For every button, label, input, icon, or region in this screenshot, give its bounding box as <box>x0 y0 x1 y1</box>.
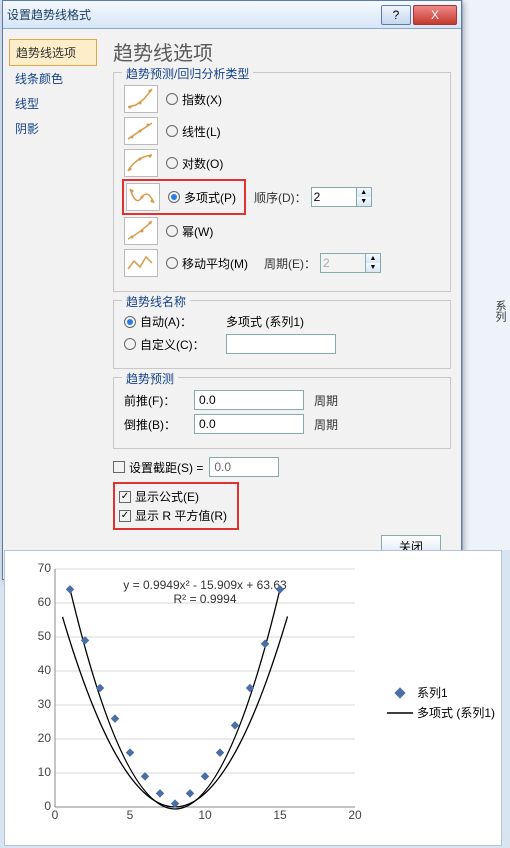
radio-ma[interactable] <box>166 257 178 269</box>
exp-icon <box>124 85 158 113</box>
radio-exp[interactable] <box>166 93 178 105</box>
svg-text:20: 20 <box>38 731 52 745</box>
svg-text:10: 10 <box>198 808 212 822</box>
cb-show-r2[interactable] <box>119 510 131 522</box>
backward-input[interactable]: 0.0 <box>194 414 304 434</box>
svg-text:0: 0 <box>44 799 51 813</box>
radio-power[interactable] <box>166 225 178 237</box>
forecast-title: 趋势预测 <box>122 370 178 387</box>
sidebar-item-trendline-options[interactable]: 趋势线选项 <box>9 39 97 66</box>
svg-text:40: 40 <box>38 663 52 677</box>
svg-text:0: 0 <box>52 808 59 822</box>
radio-log[interactable] <box>166 157 178 169</box>
trend-type-group: 趋势预测/回归分析类型 指数(X) 线性(L) 对数(O) <box>113 72 451 292</box>
cb-show-equation[interactable] <box>119 491 131 503</box>
name-group: 趋势线名称 自动(A)： 多项式 (系列1) 自定义(C)： <box>113 300 451 369</box>
equation-text: y = 0.9949x² - 15.909x + 63.63 <box>123 578 287 592</box>
page-title: 趋势线选项 <box>113 37 451 66</box>
order-spinner[interactable]: ▲▼ <box>356 187 372 207</box>
sidebar-item-line-color[interactable]: 线条颜色 <box>9 66 97 91</box>
period-input: 2 <box>320 253 366 273</box>
auto-name-value: 多项式 (系列1) <box>226 313 304 330</box>
svg-text:20: 20 <box>348 808 362 822</box>
radio-linear[interactable] <box>166 125 178 137</box>
titlebar[interactable]: 设置趋势线格式 ? X <box>3 1 461 29</box>
svg-text:60: 60 <box>38 595 52 609</box>
svg-text:10: 10 <box>38 765 52 779</box>
chart-legend: 系列1 多项式 (系列1) <box>387 681 495 724</box>
forward-input[interactable]: 0.0 <box>194 390 304 410</box>
power-icon <box>124 217 158 245</box>
svg-text:70: 70 <box>38 561 52 575</box>
r2-text: R² = 0.9994 <box>173 592 236 606</box>
show-options-highlight: 显示公式(E) 显示 R 平方值(R) <box>113 482 239 530</box>
type-exponential[interactable]: 指数(X) <box>124 85 440 113</box>
radio-name-custom[interactable] <box>124 338 136 350</box>
ma-icon <box>124 249 158 277</box>
type-linear[interactable]: 线性(L) <box>124 117 440 145</box>
svg-text:5: 5 <box>127 808 134 822</box>
period-spinner: ▲▼ <box>365 253 381 273</box>
type-power[interactable]: 幂(W) <box>124 217 440 245</box>
help-button[interactable]: ? <box>381 5 411 25</box>
order-input[interactable]: 2 <box>311 187 357 207</box>
sidebar: 趋势线选项 线条颜色 线型 阴影 <box>3 29 103 579</box>
dialog-title: 设置趋势线格式 <box>7 6 379 23</box>
trend-type-title: 趋势预测/回归分析类型 <box>122 65 253 82</box>
svg-text:15: 15 <box>273 808 287 822</box>
sidebar-item-shadow[interactable]: 阴影 <box>9 116 97 141</box>
type-polynomial[interactable]: 多项式(P) 顺序(D)： 2 ▲▼ <box>124 181 440 213</box>
trendline-format-dialog: 设置趋势线格式 ? X 趋势线选项 线条颜色 线型 阴影 趋势线选项 趋势预测/… <box>2 0 462 580</box>
log-icon <box>124 149 158 177</box>
radio-name-auto[interactable] <box>124 316 136 328</box>
period-label: 周期(E)： <box>264 255 316 272</box>
type-moving-avg[interactable]: 移动平均(M) 周期(E)： 2 ▲▼ <box>124 249 440 277</box>
svg-text:50: 50 <box>38 629 52 643</box>
radio-poly[interactable] <box>168 191 180 203</box>
close-x-button[interactable]: X <box>413 5 457 25</box>
intercept-row[interactable]: 设置截距(S) = 0.0 <box>113 457 451 477</box>
name-group-title: 趋势线名称 <box>122 293 190 310</box>
cb-intercept[interactable] <box>113 461 125 473</box>
forecast-group: 趋势预测 前推(F)： 0.0 周期 倒推(B)： 0.0 周期 <box>113 377 451 449</box>
linear-icon <box>124 117 158 145</box>
svg-text:30: 30 <box>38 697 52 711</box>
type-log[interactable]: 对数(O) <box>124 149 440 177</box>
intercept-input: 0.0 <box>209 457 279 477</box>
chart-panel[interactable]: 0 10 20 30 40 50 60 70 0 5 10 15 20 y = 0.9949x² - … <box>4 550 502 846</box>
diamond-icon <box>394 687 405 698</box>
custom-name-input[interactable] <box>226 334 336 354</box>
sidebar-item-line-style[interactable]: 线型 <box>9 91 97 116</box>
chart-plot: 0 10 20 30 40 50 60 70 0 5 10 15 20 y = 0.9949x² - … <box>25 559 369 823</box>
order-label: 顺序(D)： <box>254 189 307 206</box>
poly-icon <box>126 183 160 211</box>
bg-series-label: 系列 <box>492 300 508 322</box>
